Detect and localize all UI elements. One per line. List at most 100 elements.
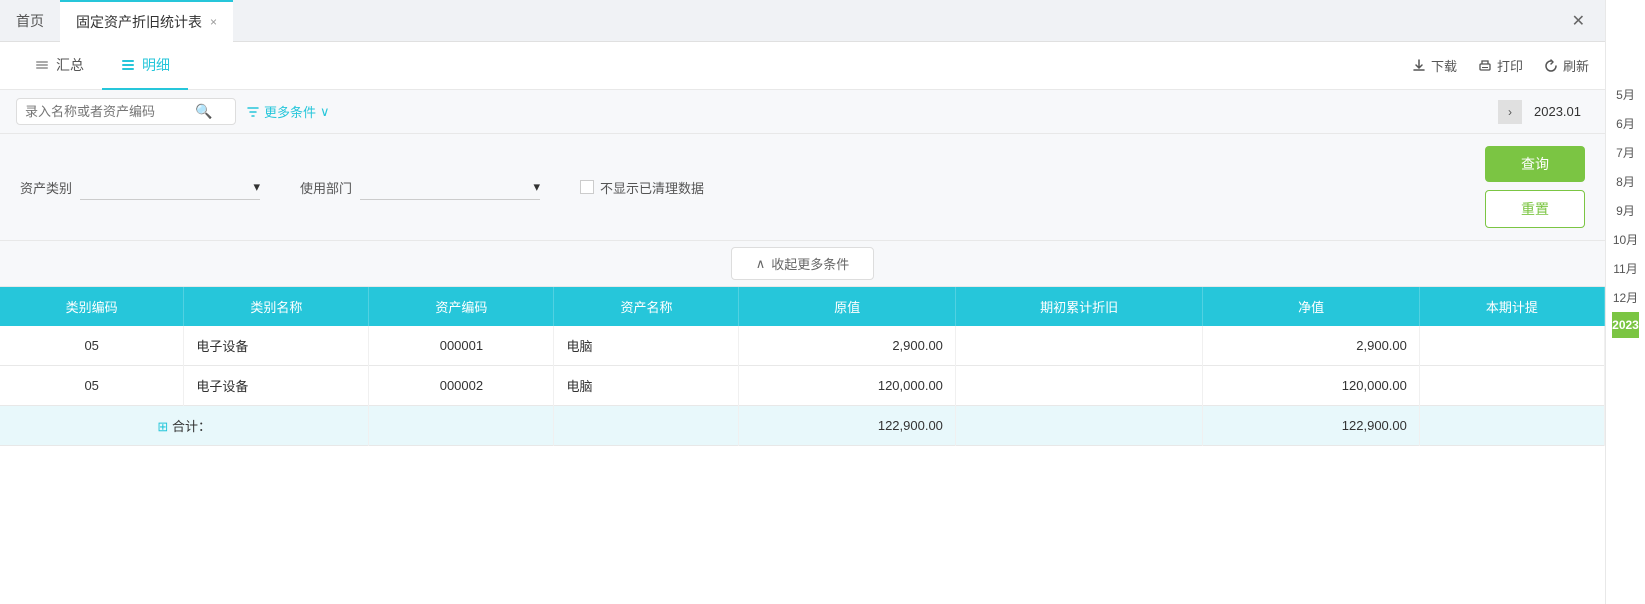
col-current-depreciation: 本期计提 xyxy=(1419,287,1604,326)
sidebar-month-item[interactable]: 11月 xyxy=(1612,254,1639,283)
tab-close-icon[interactable]: × xyxy=(210,15,217,29)
summary-empty1 xyxy=(369,406,554,446)
sidebar-month-item[interactable]: 2023 xyxy=(1612,312,1639,338)
download-icon xyxy=(1411,58,1427,74)
cell-asset-code: 000001 xyxy=(369,326,554,366)
date-label: 2023.01 xyxy=(1526,104,1589,119)
cell-category-name: 电子设备 xyxy=(184,366,369,406)
sidebar-month-item[interactable]: 5月 xyxy=(1612,80,1639,109)
asset-category-select[interactable]: ▾ xyxy=(80,175,260,200)
department-field: 使用部门 ▾ xyxy=(300,175,540,200)
col-net-value: 净值 xyxy=(1203,287,1419,326)
sub-tab-bar: 汇总 明细 xyxy=(0,42,1605,90)
window-close-button[interactable]: ✕ xyxy=(1552,11,1605,31)
summary-net-value: 122,900.00 xyxy=(1203,406,1419,446)
no-clear-data-label: 不显示已清理数据 xyxy=(600,178,704,197)
cell-asset-code: 000002 xyxy=(369,366,554,406)
content-card: 汇总 明细 xyxy=(0,42,1605,604)
more-conditions-button[interactable]: 更多条件 ∨ xyxy=(246,102,330,121)
department-chevron: ▾ xyxy=(534,179,541,195)
list-icon xyxy=(120,57,136,73)
summary-original-value: 122,900.00 xyxy=(739,406,955,446)
tab-detail[interactable]: 明细 xyxy=(102,42,188,90)
asset-category-label: 资产类别 xyxy=(20,178,72,197)
checkbox-icon xyxy=(580,180,594,194)
summary-icon: ⊞ xyxy=(157,419,168,434)
filter-bar: 🔍 更多条件 ∨ › 2023.01 xyxy=(0,90,1605,134)
toolbar-actions: 下载 打印 刷新 xyxy=(1411,56,1589,75)
data-table: 类别编码 类别名称 资产编码 资产名称 原值 期初累计折旧 净值 本期计提 05… xyxy=(0,287,1605,446)
cell-category-code: 05 xyxy=(0,326,184,366)
sidebar-month-item[interactable]: 8月 xyxy=(1612,167,1639,196)
chevron-up-icon: ∧ xyxy=(756,256,766,272)
cell-current-depreciation xyxy=(1419,366,1604,406)
col-asset-code: 资产编码 xyxy=(369,287,554,326)
table-row: 05 电子设备 000002 电脑 120,000.00 120,000.00 xyxy=(0,366,1605,406)
print-label: 打印 xyxy=(1497,56,1523,75)
cell-category-code: 05 xyxy=(0,366,184,406)
filter-icon xyxy=(246,105,260,119)
more-conditions-label: 更多条件 xyxy=(264,102,316,121)
refresh-label: 刷新 xyxy=(1563,56,1589,75)
search-wrap: 🔍 xyxy=(16,98,236,125)
cell-net-value: 120,000.00 xyxy=(1203,366,1419,406)
cell-net-value: 2,900.00 xyxy=(1203,326,1419,366)
tab-summary-label: 汇总 xyxy=(56,55,84,75)
summary-label: ⊞ 合计： xyxy=(0,406,369,446)
filter-row-1: 资产类别 ▾ 使用部门 ▾ xyxy=(20,146,1585,228)
right-sidebar: 5月6月7月8月9月10月11月12月2023 xyxy=(1605,0,1645,604)
query-button[interactable]: 查询 xyxy=(1485,146,1585,182)
download-label: 下载 xyxy=(1431,56,1457,75)
refresh-button[interactable]: 刷新 xyxy=(1543,56,1589,75)
col-category-code: 类别编码 xyxy=(0,287,184,326)
sidebar-month-item[interactable]: 6月 xyxy=(1612,109,1639,138)
col-asset-name: 资产名称 xyxy=(554,287,739,326)
table-row: 05 电子设备 000001 电脑 2,900.00 2,900.00 xyxy=(0,326,1605,366)
download-button[interactable]: 下载 xyxy=(1411,56,1457,75)
cell-cumulative-depreciation xyxy=(955,326,1203,366)
collapse-section: ∧ 收起更多条件 xyxy=(0,241,1605,287)
table-header-row: 类别编码 类别名称 资产编码 资产名称 原值 期初累计折旧 净值 本期计提 xyxy=(0,287,1605,326)
print-icon xyxy=(1477,58,1493,74)
refresh-icon xyxy=(1543,58,1559,74)
reset-button[interactable]: 重置 xyxy=(1485,190,1585,228)
search-icon[interactable]: 🔍 xyxy=(195,103,212,120)
summary-empty2 xyxy=(554,406,739,446)
col-category-name: 类别名称 xyxy=(184,287,369,326)
cell-asset-name: 电脑 xyxy=(554,326,739,366)
asset-category-field: 资产类别 ▾ xyxy=(20,175,260,200)
sidebar-month-item[interactable]: 9月 xyxy=(1612,196,1639,225)
nav-prev-button[interactable]: › xyxy=(1498,100,1522,124)
sidebar-month-item[interactable]: 10月 xyxy=(1612,225,1639,254)
sidebar-month-item[interactable]: 12月 xyxy=(1612,283,1639,312)
sidebar-month-item[interactable]: 7月 xyxy=(1612,138,1639,167)
cell-asset-name: 电脑 xyxy=(554,366,739,406)
asset-category-chevron: ▾ xyxy=(253,179,260,195)
collapse-more-button[interactable]: ∧ 收起更多条件 xyxy=(731,247,875,280)
table-summary-row: ⊞ 合计： 122,900.00 122,900.00 xyxy=(0,406,1605,446)
tab-active[interactable]: 固定资产折旧统计表 × xyxy=(60,0,233,42)
tab-active-label: 固定资产折旧统计表 xyxy=(76,12,202,32)
cell-category-name: 电子设备 xyxy=(184,326,369,366)
search-input[interactable] xyxy=(25,104,195,119)
sub-tabs: 汇总 明细 xyxy=(16,42,188,90)
summary-cumulative-depreciation xyxy=(955,406,1203,446)
summary-current-depreciation xyxy=(1419,406,1604,446)
filter-buttons: 查询 重置 xyxy=(1485,146,1585,228)
print-button[interactable]: 打印 xyxy=(1477,56,1523,75)
tab-summary[interactable]: 汇总 xyxy=(16,42,102,90)
table-wrap: 类别编码 类别名称 资产编码 资产名称 原值 期初累计折旧 净值 本期计提 05… xyxy=(0,287,1605,604)
col-cumulative-depreciation: 期初累计折旧 xyxy=(955,287,1203,326)
department-label: 使用部门 xyxy=(300,178,352,197)
department-select[interactable]: ▾ xyxy=(360,175,540,200)
no-clear-data-checkbox[interactable]: 不显示已清理数据 xyxy=(580,178,704,197)
cell-original-value: 2,900.00 xyxy=(739,326,955,366)
nav-arrow: › 2023.01 xyxy=(1498,100,1589,124)
cell-current-depreciation xyxy=(1419,326,1604,366)
cell-cumulative-depreciation xyxy=(955,366,1203,406)
tab-home[interactable]: 首页 xyxy=(0,0,60,42)
collapse-more-label: 收起更多条件 xyxy=(771,254,849,273)
advanced-filter: 资产类别 ▾ 使用部门 ▾ xyxy=(0,134,1605,241)
tab-bar: 首页 固定资产折旧统计表 × ✕ xyxy=(0,0,1605,42)
layers-icon xyxy=(34,57,50,73)
